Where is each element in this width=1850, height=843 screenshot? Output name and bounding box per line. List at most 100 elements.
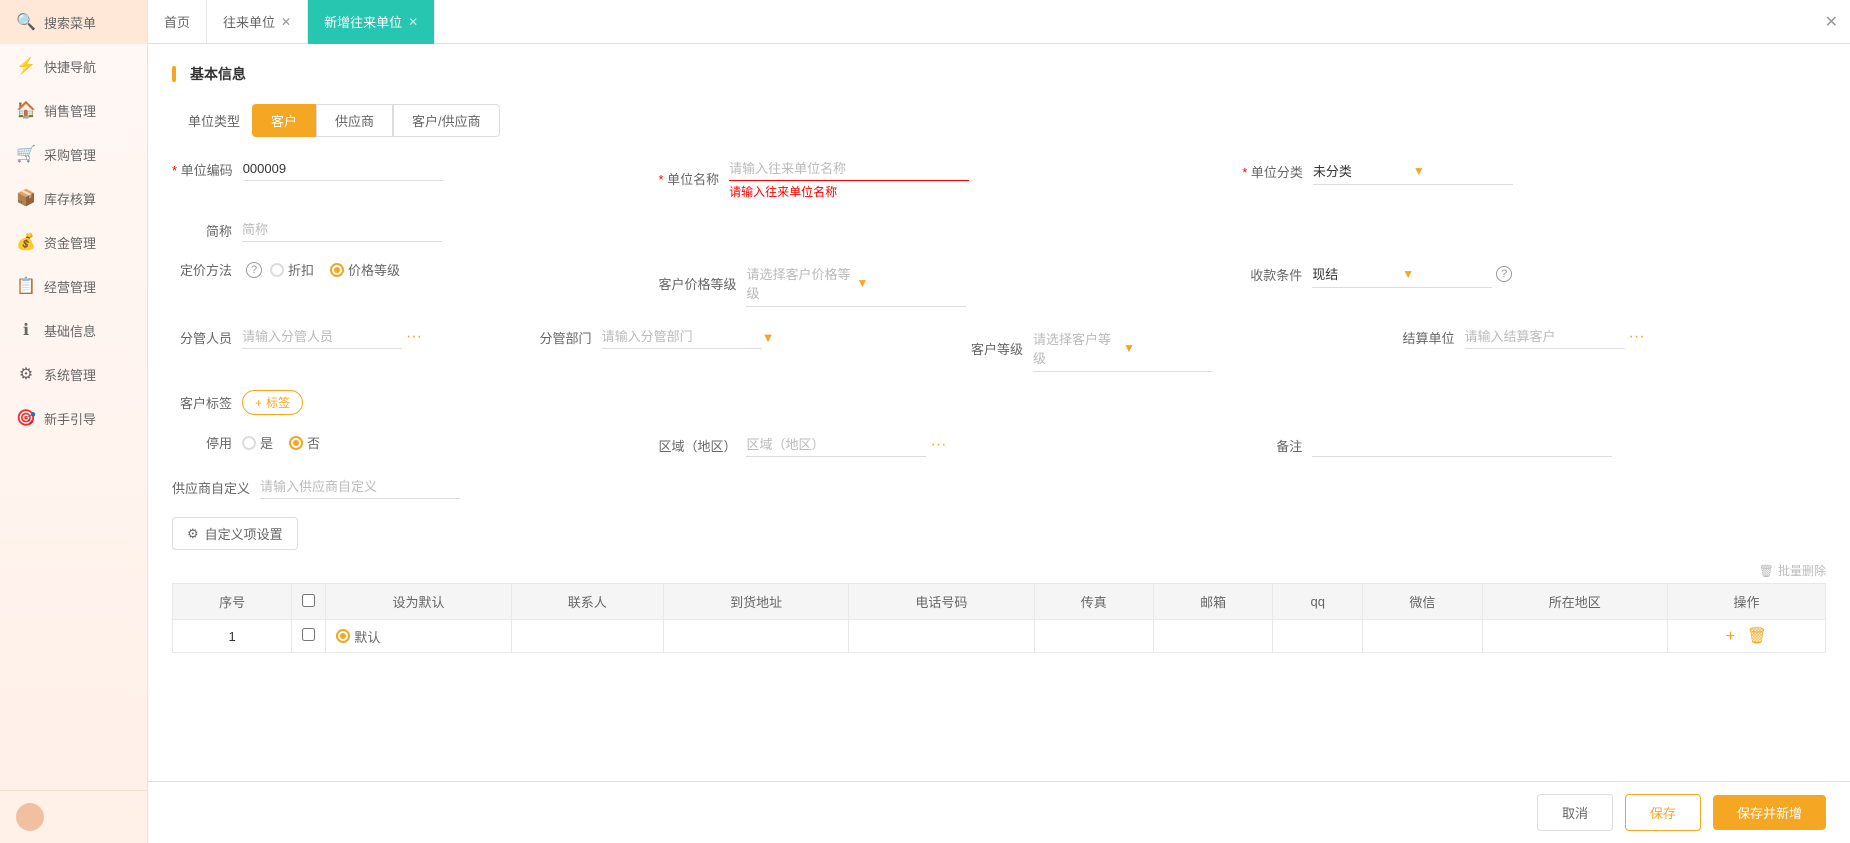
payment-label: 收款条件 <box>1242 265 1312 284</box>
region-input[interactable] <box>746 433 926 457</box>
customer-level-arrow: ▼ <box>1123 341 1213 355</box>
col-email: 邮箱 <box>1153 584 1272 620</box>
form-row-tags: 客户标签 + 标签 <box>172 390 1826 415</box>
pricing-field: 定价方法 ? 折扣 价格等级 <box>172 260 658 279</box>
unit-category-label: 单位分类 <box>1242 162 1313 181</box>
sidebar-label-sales: 销售管理 <box>44 101 96 120</box>
region-label: 区域（地区） <box>658 436 746 455</box>
sidebar-label-system: 系统管理 <box>44 365 96 384</box>
tab-contacts-close[interactable]: ✕ <box>281 15 291 29</box>
batch-delete-label[interactable]: 批量删除 <box>1778 562 1826 579</box>
row-default: 默认 <box>326 620 511 653</box>
unit-name-input[interactable] <box>729 157 969 181</box>
region-more-btn[interactable]: ··· <box>926 436 950 454</box>
form-row-1: 单位编码 单位名称 请输入往来单位名称 单位分类 未分类 ▼ <box>172 157 1826 200</box>
sidebar-item-guide[interactable]: 🎯 新手引导 <box>0 396 147 440</box>
sidebar-label-quick-nav: 快捷导航 <box>44 57 96 76</box>
btn-both[interactable]: 客户/供应商 <box>393 104 500 137</box>
unit-type-label: 单位类型 <box>172 111 252 130</box>
row-checkbox[interactable] <box>302 628 315 641</box>
settlement-input[interactable] <box>1465 325 1625 349</box>
customer-price-arrow: ▼ <box>856 276 966 290</box>
dept-input[interactable] <box>602 325 762 349</box>
unit-code-input[interactable] <box>243 157 443 181</box>
manager-input[interactable] <box>242 325 402 349</box>
form-row-supplier-custom: 供应商自定义 <box>172 475 1826 499</box>
quick-nav-icon: ⚡ <box>16 56 36 76</box>
unit-name-input-box: 请输入往来单位名称 <box>729 157 969 200</box>
finance-icon: 💰 <box>16 232 36 252</box>
payment-help-icon[interactable]: ? <box>1496 266 1512 282</box>
tab-home-label: 首页 <box>164 12 190 31</box>
unit-code-field: 单位编码 <box>172 157 658 181</box>
sidebar-item-system[interactable]: ⚙ 系统管理 <box>0 352 147 396</box>
tab-contacts[interactable]: 往来单位 ✕ <box>207 0 308 44</box>
tab-new-unit-close[interactable]: ✕ <box>408 15 418 29</box>
tag-btn-label: 标签 <box>266 394 290 411</box>
customer-price-select[interactable]: 请选择客户价格等级 ▼ <box>746 260 966 307</box>
supplier-custom-input[interactable] <box>260 475 460 499</box>
sidebar-item-operation[interactable]: 📋 经营管理 <box>0 264 147 308</box>
sales-icon: 🏠 <box>16 100 36 120</box>
pricing-discount-label: 折扣 <box>288 260 314 279</box>
system-icon: ⚙ <box>16 364 36 384</box>
short-name-label: 简称 <box>172 221 242 240</box>
unit-category-select[interactable]: 未分类 ▼ <box>1313 157 1513 185</box>
pricing-radio-level[interactable]: 价格等级 <box>330 260 400 279</box>
sidebar-label-finance: 资金管理 <box>44 233 96 252</box>
customer-level-select[interactable]: 请选择客户等级 ▼ <box>1033 325 1213 372</box>
section-indicator <box>172 66 176 82</box>
pricing-radio-discount[interactable]: 折扣 <box>270 260 314 279</box>
settlement-more-btn[interactable]: ··· <box>1625 328 1649 346</box>
sidebar-item-purchase[interactable]: 🛒 采购管理 <box>0 132 147 176</box>
add-row-btn[interactable]: + <box>1726 628 1735 645</box>
pricing-help-icon[interactable]: ? <box>246 262 262 278</box>
content-area: 基本信息 单位类型 客户 供应商 客户/供应商 单位编码 单位名称 <box>148 44 1850 781</box>
purchase-icon: 🛒 <box>16 144 36 164</box>
unit-type-row: 单位类型 客户 供应商 客户/供应商 <box>172 104 1826 137</box>
select-all-checkbox[interactable] <box>302 594 315 607</box>
sidebar-label-inventory: 库存核算 <box>44 189 96 208</box>
sidebar-item-finance[interactable]: 💰 资金管理 <box>0 220 147 264</box>
footer: 取消 保存 保存并新增 <box>148 781 1850 843</box>
row-fax <box>1034 620 1153 653</box>
tag-plus-icon: + <box>255 396 262 410</box>
manager-more-btn[interactable]: ··· <box>402 328 426 346</box>
form-row-manager: 分管人员 ··· 分管部门 ▼ 客户等级 请选择客户等级 ▼ 结算单位 ··· <box>172 325 1826 372</box>
tag-label: 客户标签 <box>172 393 242 412</box>
del-row-btn[interactable]: 🗑 <box>1747 628 1767 645</box>
tab-home[interactable]: 首页 <box>148 0 207 44</box>
short-name-input[interactable] <box>242 218 442 242</box>
cancel-button[interactable]: 取消 <box>1537 794 1613 831</box>
operation-icon: 📋 <box>16 276 36 296</box>
btn-supplier[interactable]: 供应商 <box>316 104 393 137</box>
manager-field: 分管人员 ··· <box>172 325 532 349</box>
sidebar-item-basic-info[interactable]: ℹ 基础信息 <box>0 308 147 352</box>
stop-radio-yes[interactable]: 是 <box>242 433 273 452</box>
stop-radio-no[interactable]: 否 <box>289 433 320 452</box>
pricing-radio-group: 折扣 价格等级 <box>270 260 400 279</box>
sidebar-item-search[interactable]: 🔍 搜索菜单 <box>0 0 147 44</box>
custom-settings-label: 自定义项设置 <box>205 524 283 543</box>
payment-select[interactable]: 现结 ▼ <box>1312 260 1492 288</box>
remarks-input[interactable] <box>1312 433 1612 457</box>
col-wechat: 微信 <box>1363 584 1482 620</box>
tab-new-unit[interactable]: 新增往来单位 ✕ <box>308 0 435 44</box>
row-default-radio[interactable]: 默认 <box>336 627 500 646</box>
close-all-tabs[interactable]: ✕ <box>1825 12 1838 32</box>
save-button[interactable]: 保存 <box>1625 794 1701 831</box>
sidebar-item-inventory[interactable]: 📦 库存核算 <box>0 176 147 220</box>
custom-settings-btn[interactable]: ⚙ 自定义项设置 <box>172 517 298 550</box>
tab-new-unit-label: 新增往来单位 <box>324 12 402 31</box>
row-address <box>663 620 848 653</box>
unit-name-field: 单位名称 请输入往来单位名称 <box>658 157 1242 200</box>
sidebar-item-sales[interactable]: 🏠 销售管理 <box>0 88 147 132</box>
payment-value: 现结 <box>1312 264 1402 283</box>
customer-level-placeholder: 请选择客户等级 <box>1033 329 1123 367</box>
sidebar-label-purchase: 采购管理 <box>44 145 96 164</box>
btn-customer[interactable]: 客户 <box>252 104 316 137</box>
tag-add-btn[interactable]: + 标签 <box>242 390 303 415</box>
sidebar-item-quick-nav[interactable]: ⚡ 快捷导航 <box>0 44 147 88</box>
region-field: 区域（地区） ··· <box>658 433 1242 457</box>
save-new-button[interactable]: 保存并新增 <box>1713 795 1826 830</box>
